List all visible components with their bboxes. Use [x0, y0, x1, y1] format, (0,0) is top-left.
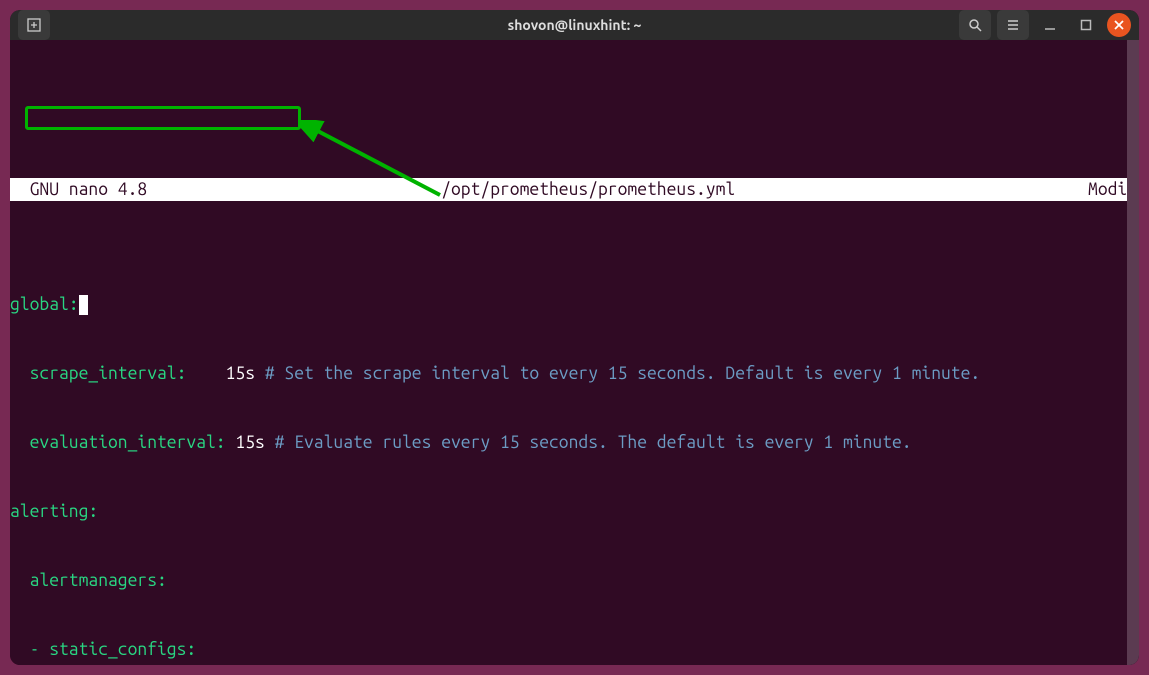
editor-line: evaluation_interval: 15s # Evaluate rule…: [10, 431, 1139, 454]
terminal-body[interactable]: GNU nano 4.8 /opt/prometheus/prometheus.…: [10, 40, 1139, 665]
editor-line: alertmanagers:: [10, 569, 1139, 592]
titlebar: shovon@linuxhint: ~: [10, 10, 1139, 40]
annotation-highlight: [25, 106, 301, 130]
editor-line: - static_configs:: [10, 638, 1139, 661]
minimize-button[interactable]: [1035, 19, 1065, 31]
maximize-button[interactable]: [1071, 19, 1101, 31]
terminal-window: shovon@linuxhint: ~ GNU nano 4.8: [10, 10, 1139, 665]
scrollbar-thumb[interactable]: [1127, 40, 1139, 665]
editor-line: alerting:: [10, 500, 1139, 523]
nano-version: GNU nano 4.8: [10, 180, 147, 199]
cursor: [79, 295, 88, 315]
close-button[interactable]: [1107, 13, 1131, 37]
menu-button[interactable]: [997, 10, 1029, 40]
search-button[interactable]: [959, 10, 991, 40]
new-tab-button[interactable]: [18, 10, 50, 40]
nano-file-path: /opt/prometheus/prometheus.yml: [441, 180, 735, 199]
editor-line: global:: [10, 293, 1139, 316]
nano-header: GNU nano 4.8 /opt/prometheus/prometheus.…: [10, 178, 1139, 201]
editor-line: scrape_interval: 15s # Set the scrape in…: [10, 362, 1139, 385]
